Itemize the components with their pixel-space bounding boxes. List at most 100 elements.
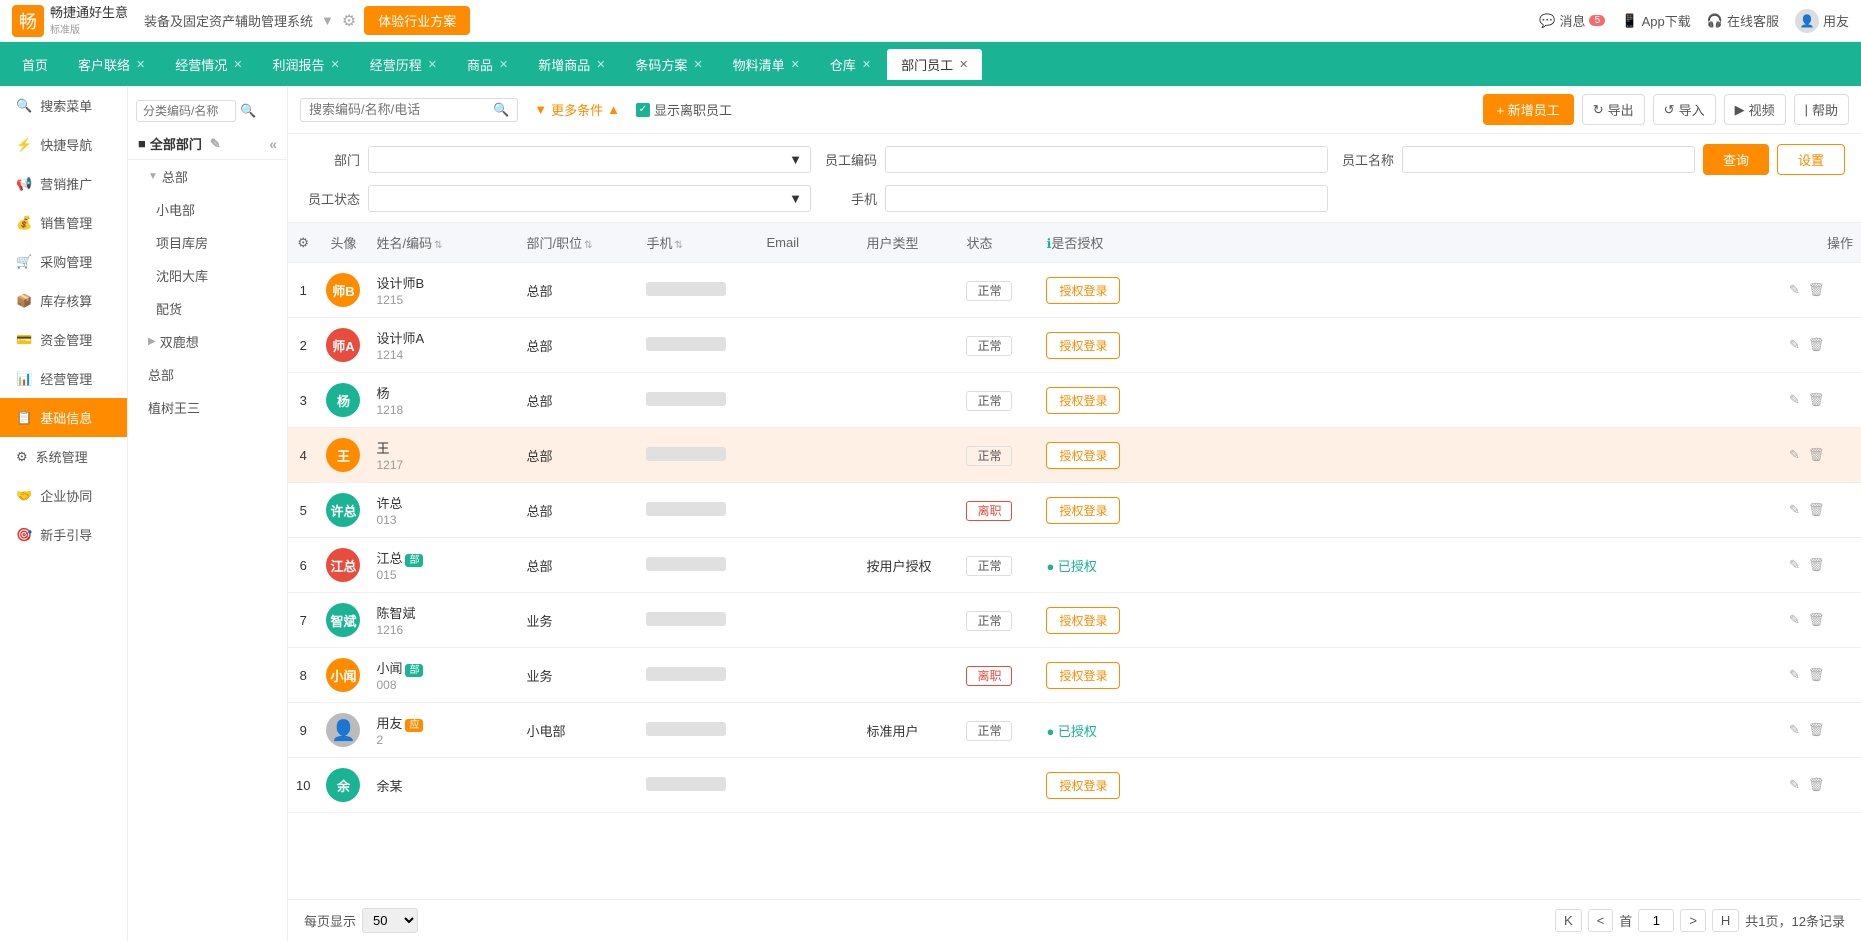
online-service-item[interactable]: 🎧 在线客服 bbox=[1707, 11, 1779, 30]
filter-status-select[interactable]: ▼ bbox=[368, 185, 811, 212]
dept-item-general[interactable]: 总部 bbox=[128, 358, 287, 391]
tab-history[interactable]: 经营历程✕ bbox=[356, 49, 451, 80]
edit-icon[interactable]: ✎ bbox=[1789, 337, 1800, 353]
tab-barcode[interactable]: 条码方案✕ bbox=[621, 49, 716, 80]
edit-icon[interactable]: ✎ bbox=[1789, 722, 1800, 738]
delete-icon[interactable]: 🗑 bbox=[1808, 392, 1825, 408]
message-icon-item[interactable]: 💬 消息 5 bbox=[1539, 11, 1605, 30]
trial-button[interactable]: 体验行业方案 bbox=[364, 6, 470, 35]
tab-profit[interactable]: 利润报告✕ bbox=[258, 49, 353, 80]
close-icon[interactable]: ✕ bbox=[862, 58, 871, 71]
show-resigned-checkbox[interactable]: ✓ bbox=[636, 103, 650, 117]
settings-icon[interactable]: ⚙ bbox=[342, 11, 356, 31]
col-settings[interactable]: ⚙ bbox=[288, 223, 318, 263]
auth-login-btn[interactable]: 授权登录 bbox=[1046, 277, 1120, 304]
close-icon[interactable]: ✕ bbox=[331, 58, 340, 71]
tab-operation[interactable]: 经营情况✕ bbox=[161, 49, 256, 80]
dept-search-input[interactable] bbox=[136, 100, 236, 122]
edit-icon[interactable]: ✎ bbox=[1789, 667, 1800, 683]
sidebar-item-finance[interactable]: 💳 资金管理 bbox=[0, 320, 127, 359]
sidebar-item-guide[interactable]: 🎯 新手引导 bbox=[0, 515, 127, 554]
close-icon[interactable]: ✕ bbox=[136, 58, 145, 71]
delete-icon[interactable]: 🗑 bbox=[1808, 337, 1825, 353]
dept-item-shenyang[interactable]: 沈阳大库 bbox=[128, 259, 287, 292]
sidebar-item-marketing[interactable]: 📢 营销推广 bbox=[0, 164, 127, 203]
col-dept[interactable]: 部门/职位⇅ bbox=[518, 223, 638, 263]
sidebar-item-inventory[interactable]: 📦 库存核算 bbox=[0, 281, 127, 320]
page-size-select[interactable]: 50 20 100 bbox=[362, 908, 418, 933]
col-phone[interactable]: 手机⇅ bbox=[638, 223, 758, 263]
prev-page-btn[interactable]: < bbox=[1588, 909, 1614, 932]
edit-icon[interactable]: ✎ bbox=[1789, 392, 1800, 408]
auth-login-btn[interactable]: 授权登录 bbox=[1046, 607, 1120, 634]
col-name[interactable]: 姓名/编码⇅ bbox=[368, 223, 518, 263]
query-btn[interactable]: 查询 bbox=[1703, 144, 1769, 175]
tab-add-goods[interactable]: 新增商品✕ bbox=[524, 49, 619, 80]
edit-icon[interactable]: ✎ bbox=[1789, 557, 1800, 573]
first-page-btn[interactable]: K bbox=[1555, 909, 1582, 932]
delete-icon[interactable]: 🗑 bbox=[1808, 447, 1825, 463]
sidebar-item-search[interactable]: 🔍 搜索菜单 bbox=[0, 86, 127, 125]
filter-phone-input[interactable] bbox=[885, 185, 1328, 212]
edit-icon[interactable]: ✎ bbox=[1789, 502, 1800, 518]
dept-item-xiaodibu[interactable]: 小电部 bbox=[128, 193, 287, 226]
filter-code-input[interactable] bbox=[885, 146, 1328, 173]
delete-icon[interactable]: 🗑 bbox=[1808, 282, 1825, 298]
dept-search-icon[interactable]: 🔍 bbox=[240, 103, 256, 119]
filter-dept-select[interactable]: ▼ bbox=[368, 146, 811, 173]
auth-login-btn[interactable]: 授权登录 bbox=[1046, 497, 1120, 524]
delete-icon[interactable]: 🗑 bbox=[1808, 502, 1825, 518]
delete-icon[interactable]: 🗑 bbox=[1808, 777, 1825, 793]
edit-icon[interactable]: ✎ bbox=[1789, 777, 1800, 793]
delete-icon[interactable]: 🗑 bbox=[1808, 612, 1825, 628]
delete-icon[interactable]: 🗑 bbox=[1808, 667, 1825, 683]
tab-employees[interactable]: 部门员工✕ bbox=[887, 49, 982, 80]
auth-login-btn[interactable]: 授权登录 bbox=[1046, 772, 1120, 799]
edit-icon[interactable]: ✎ bbox=[1789, 612, 1800, 628]
dropdown-icon[interactable]: ▼ bbox=[321, 13, 334, 28]
page-number-input[interactable] bbox=[1638, 909, 1674, 932]
filter-name-input[interactable] bbox=[1402, 146, 1695, 173]
auth-login-btn[interactable]: 授权登录 bbox=[1046, 332, 1120, 359]
export-btn[interactable]: ↻ 导出 bbox=[1582, 94, 1645, 125]
sidebar-item-sales[interactable]: 💰 销售管理 bbox=[0, 203, 127, 242]
close-icon[interactable]: ✕ bbox=[693, 58, 702, 71]
edit-icon[interactable]: ✎ bbox=[1789, 282, 1800, 298]
import-btn[interactable]: ↺ 导入 bbox=[1653, 94, 1716, 125]
close-icon[interactable]: ✕ bbox=[499, 58, 508, 71]
sidebar-item-purchase[interactable]: 🛒 采购管理 bbox=[0, 242, 127, 281]
search-icon[interactable]: 🔍 bbox=[493, 102, 509, 118]
auth-login-btn[interactable]: 授权登录 bbox=[1046, 662, 1120, 689]
close-icon[interactable]: ✕ bbox=[428, 58, 437, 71]
tab-bom[interactable]: 物料清单✕ bbox=[719, 49, 814, 80]
close-icon[interactable]: ✕ bbox=[233, 58, 242, 71]
show-resigned-toggle[interactable]: ✓ 显示离职员工 bbox=[636, 100, 732, 119]
tab-goods[interactable]: 商品✕ bbox=[453, 49, 522, 80]
auth-login-btn[interactable]: 授权登录 bbox=[1046, 387, 1120, 414]
dept-item-zhushu[interactable]: 植树王三 bbox=[128, 391, 287, 424]
dept-tree-header[interactable]: ■ 全部部门 ✎ « bbox=[128, 128, 287, 160]
sidebar-item-basicinfo[interactable]: 📋 基础信息 bbox=[0, 398, 127, 437]
edit-icon[interactable]: ✎ bbox=[1789, 447, 1800, 463]
set-btn[interactable]: 设置 bbox=[1777, 144, 1845, 175]
sidebar-item-collab[interactable]: 🤝 企业协同 bbox=[0, 476, 127, 515]
delete-icon[interactable]: 🗑 bbox=[1808, 722, 1825, 738]
more-filter-btn[interactable]: ▼ 更多条件 ▲ bbox=[526, 96, 628, 123]
tree-collapse-icon[interactable]: « bbox=[269, 136, 277, 152]
tab-home[interactable]: 首页 bbox=[8, 49, 62, 80]
sidebar-item-management[interactable]: 📊 经营管理 bbox=[0, 359, 127, 398]
sidebar-item-sysadmin[interactable]: ⚙ 系统管理 bbox=[0, 437, 127, 476]
last-page-btn[interactable]: H bbox=[1712, 909, 1739, 932]
user-avatar-item[interactable]: 👤 用友 bbox=[1795, 9, 1849, 33]
view-btn[interactable]: ▶ 视频 bbox=[1724, 94, 1786, 125]
delete-icon[interactable]: 🗑 bbox=[1808, 557, 1825, 573]
dept-edit-icon[interactable]: ✎ bbox=[210, 136, 221, 152]
help-btn[interactable]: | 帮助 bbox=[1794, 94, 1849, 125]
dept-item-distribution[interactable]: 配货 bbox=[128, 292, 287, 325]
app-download-item[interactable]: 📱 App下载 bbox=[1621, 11, 1690, 30]
dept-item-shuanglu[interactable]: ▶ 双鹿想 bbox=[128, 325, 287, 358]
sidebar-item-quicknav[interactable]: ⚡ 快捷导航 bbox=[0, 125, 127, 164]
close-icon[interactable]: ✕ bbox=[596, 58, 605, 71]
dept-item-project[interactable]: 项目库房 bbox=[128, 226, 287, 259]
next-page-btn[interactable]: > bbox=[1680, 909, 1706, 932]
